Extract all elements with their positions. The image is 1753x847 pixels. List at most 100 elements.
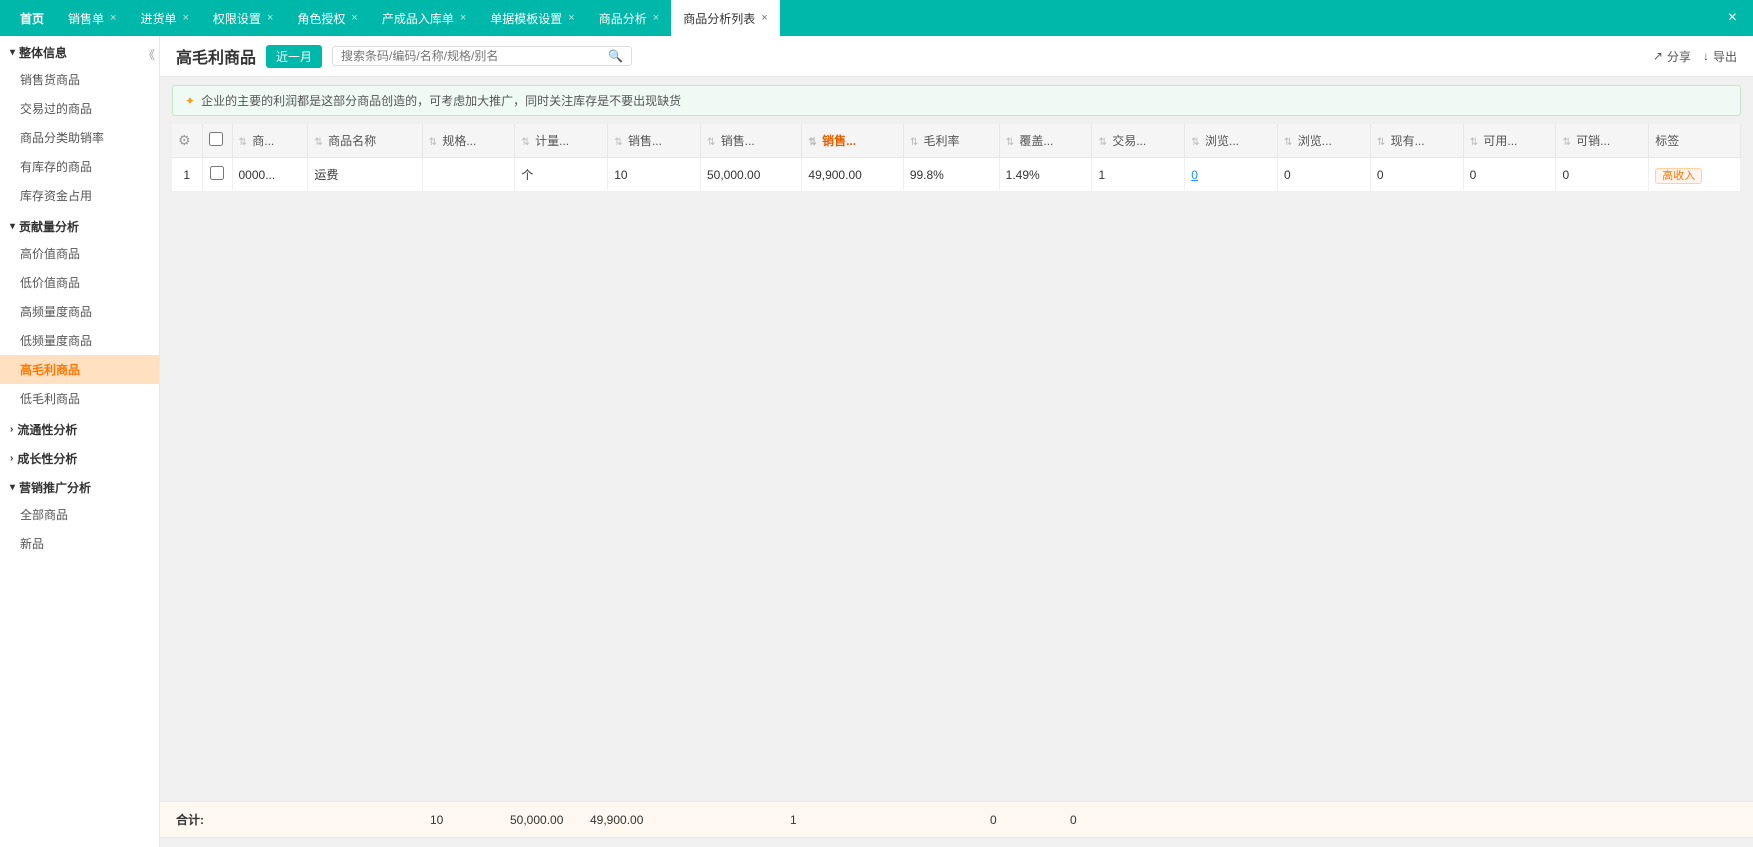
sidebar-item-sales-goods[interactable]: 销售货商品 — [0, 65, 159, 94]
col-available-header[interactable]: ⇅ 可用... — [1463, 124, 1556, 158]
sidebar-item-high-margin[interactable]: 高毛利商品 — [0, 355, 159, 384]
sort-icon: ⇅ — [808, 137, 816, 148]
sort-icon: ⇅ — [429, 137, 437, 148]
sidebar-group-growth[interactable]: › 成长性分析 — [0, 442, 159, 471]
info-icon: ✦ — [185, 94, 195, 108]
sidebar-item-all-goods[interactable]: 全部商品 — [0, 500, 159, 529]
footer-values: 10 50,000.00 49,900.00 1 0 0 — [224, 813, 1737, 827]
close-icon[interactable]: × — [568, 12, 574, 24]
row-name: 运费 — [308, 158, 422, 192]
close-icon[interactable]: × — [110, 12, 116, 24]
close-icon[interactable]: × — [653, 12, 659, 24]
row-tag: 高收入 — [1649, 158, 1741, 192]
col-transaction-header[interactable]: ⇅ 交易... — [1092, 124, 1185, 158]
sort-icon: ⇅ — [1006, 137, 1014, 148]
sidebar-group-liquidity[interactable]: › 流通性分析 — [0, 413, 159, 442]
col-current-header[interactable]: ⇅ 现有... — [1370, 124, 1463, 158]
col-unit-header[interactable]: ⇅ 计量... — [515, 124, 608, 158]
sidebar-item-traded-goods[interactable]: 交易过的商品 — [0, 94, 159, 123]
nav-tab-home[interactable]: 首页 — [8, 0, 56, 36]
col-coverage-header[interactable]: ⇅ 覆盖... — [999, 124, 1092, 158]
col-sales-profit-header[interactable]: ⇅ 销售... — [802, 124, 903, 158]
col-tag-header[interactable]: 标签 — [1649, 124, 1741, 158]
row-browse1: 0 — [1185, 158, 1278, 192]
chevron-right-icon: › — [10, 424, 13, 435]
footer-available: 0 — [1064, 813, 1144, 827]
header-actions: ↗ 分享 ↓ 导出 — [1653, 48, 1737, 65]
footer-sales-qty: 10 — [424, 813, 504, 827]
row-available: 0 — [1463, 158, 1556, 192]
share-button[interactable]: ↗ 分享 — [1653, 48, 1691, 65]
close-icon[interactable]: × — [182, 12, 188, 24]
row-sales-qty: 10 — [608, 158, 701, 192]
sort-icon: ⇅ — [1470, 137, 1478, 148]
col-gross-margin-header[interactable]: ⇅ 毛利率 — [903, 124, 999, 158]
sort-icon: ⇅ — [1562, 137, 1570, 148]
sidebar-item-stock-goods[interactable]: 有库存的商品 — [0, 152, 159, 181]
footer-sales-profit: 49,900.00 — [584, 813, 664, 827]
close-icon[interactable]: × — [351, 12, 357, 24]
row-code: 0000... — [232, 158, 308, 192]
sidebar-item-low-value[interactable]: 低价值商品 — [0, 268, 159, 297]
sort-icon: ⇅ — [1377, 137, 1385, 148]
sidebar-collapse-button[interactable]: 《 — [139, 44, 159, 64]
col-gear: ⚙ — [172, 124, 202, 158]
table-container: ⚙ ⇅ 商... ⇅ 商品名称 — [172, 124, 1741, 801]
sidebar-group-contribution[interactable]: ▾ 贡献量分析 — [0, 210, 159, 239]
sidebar-item-low-margin[interactable]: 低毛利商品 — [0, 384, 159, 413]
main-layout: 《 ▾ 整体信息 销售货商品 交易过的商品 商品分类助销率 有库存的商品 库存资… — [0, 36, 1753, 847]
row-sales-amount: 50,000.00 — [701, 158, 802, 192]
sidebar-item-new-goods[interactable]: 新品 — [0, 529, 159, 558]
row-spec — [422, 158, 515, 192]
col-browse2-header[interactable]: ⇅ 浏览... — [1278, 124, 1371, 158]
col-sales-amount-header[interactable]: ⇅ 销售... — [701, 124, 802, 158]
col-sellable-header[interactable]: ⇅ 可销... — [1556, 124, 1649, 158]
window-close-button[interactable]: × — [1720, 9, 1745, 27]
sort-icon: ⇅ — [521, 137, 529, 148]
sidebar-item-low-freq[interactable]: 低频量度商品 — [0, 326, 159, 355]
nav-tab-roles[interactable]: 角色授权 × — [285, 0, 369, 36]
col-name-header[interactable]: ⇅ 商品名称 — [308, 124, 422, 158]
horizontal-scrollbar[interactable] — [160, 837, 1753, 847]
search-input[interactable] — [341, 49, 608, 63]
footer-label: 合计: — [176, 811, 204, 828]
sidebar-item-high-freq[interactable]: 高频量度商品 — [0, 297, 159, 326]
footer-sales-amount: 50,000.00 — [504, 813, 584, 827]
select-all-checkbox[interactable] — [209, 132, 223, 146]
nav-tab-purchase[interactable]: 进货单 × — [128, 0, 200, 36]
col-code-header[interactable]: ⇅ 商... — [232, 124, 308, 158]
sidebar-group-marketing[interactable]: ▾ 营销推广分析 — [0, 471, 159, 500]
row-sales-profit: 49,900.00 — [802, 158, 903, 192]
col-spec-header[interactable]: ⇅ 规格... — [422, 124, 515, 158]
search-box: 🔍 — [332, 46, 632, 66]
chevron-down-icon: ▾ — [10, 47, 15, 58]
search-icon[interactable]: 🔍 — [608, 49, 623, 63]
sort-icon: ⇅ — [1284, 137, 1292, 148]
close-icon[interactable]: × — [267, 12, 273, 24]
nav-tab-template[interactable]: 单据模板设置 × — [478, 0, 586, 36]
footer-totals: 合计: 10 50,000.00 49,900.00 1 0 0 — [160, 801, 1753, 837]
nav-tab-inbound[interactable]: 产成品入库单 × — [370, 0, 478, 36]
gear-icon[interactable]: ⚙ — [178, 132, 191, 148]
row-unit: 个 — [515, 158, 608, 192]
top-navigation: 首页 销售单 × 进货单 × 权限设置 × 角色授权 × 产成品入库单 × 单据… — [0, 0, 1753, 36]
sidebar-group-overall[interactable]: ▾ 整体信息 — [0, 36, 159, 65]
sidebar-item-high-value[interactable]: 高价值商品 — [0, 239, 159, 268]
close-icon[interactable]: × — [761, 12, 767, 24]
nav-tab-analysis-list[interactable]: 商品分析列表 × — [671, 0, 779, 36]
sort-icon: ⇅ — [314, 137, 322, 148]
row-gross-margin: 99.8% — [903, 158, 999, 192]
col-sales-qty-header[interactable]: ⇅ 销售... — [608, 124, 701, 158]
nav-tab-sales[interactable]: 销售单 × — [56, 0, 128, 36]
nav-tab-permissions[interactable]: 权限设置 × — [201, 0, 285, 36]
col-browse1-header[interactable]: ⇅ 浏览... — [1185, 124, 1278, 158]
nav-tab-analysis[interactable]: 商品分析 × — [587, 0, 671, 36]
footer-browse — [864, 813, 984, 827]
row-checkbox[interactable] — [210, 166, 224, 180]
time-filter-button[interactable]: 近一月 — [266, 45, 322, 68]
export-button[interactable]: ↓ 导出 — [1703, 48, 1737, 65]
row-browse2: 0 — [1278, 158, 1371, 192]
sidebar-item-stock-capital[interactable]: 库存资金占用 — [0, 181, 159, 210]
close-icon[interactable]: × — [460, 12, 466, 24]
sidebar-item-category-rate[interactable]: 商品分类助销率 — [0, 123, 159, 152]
